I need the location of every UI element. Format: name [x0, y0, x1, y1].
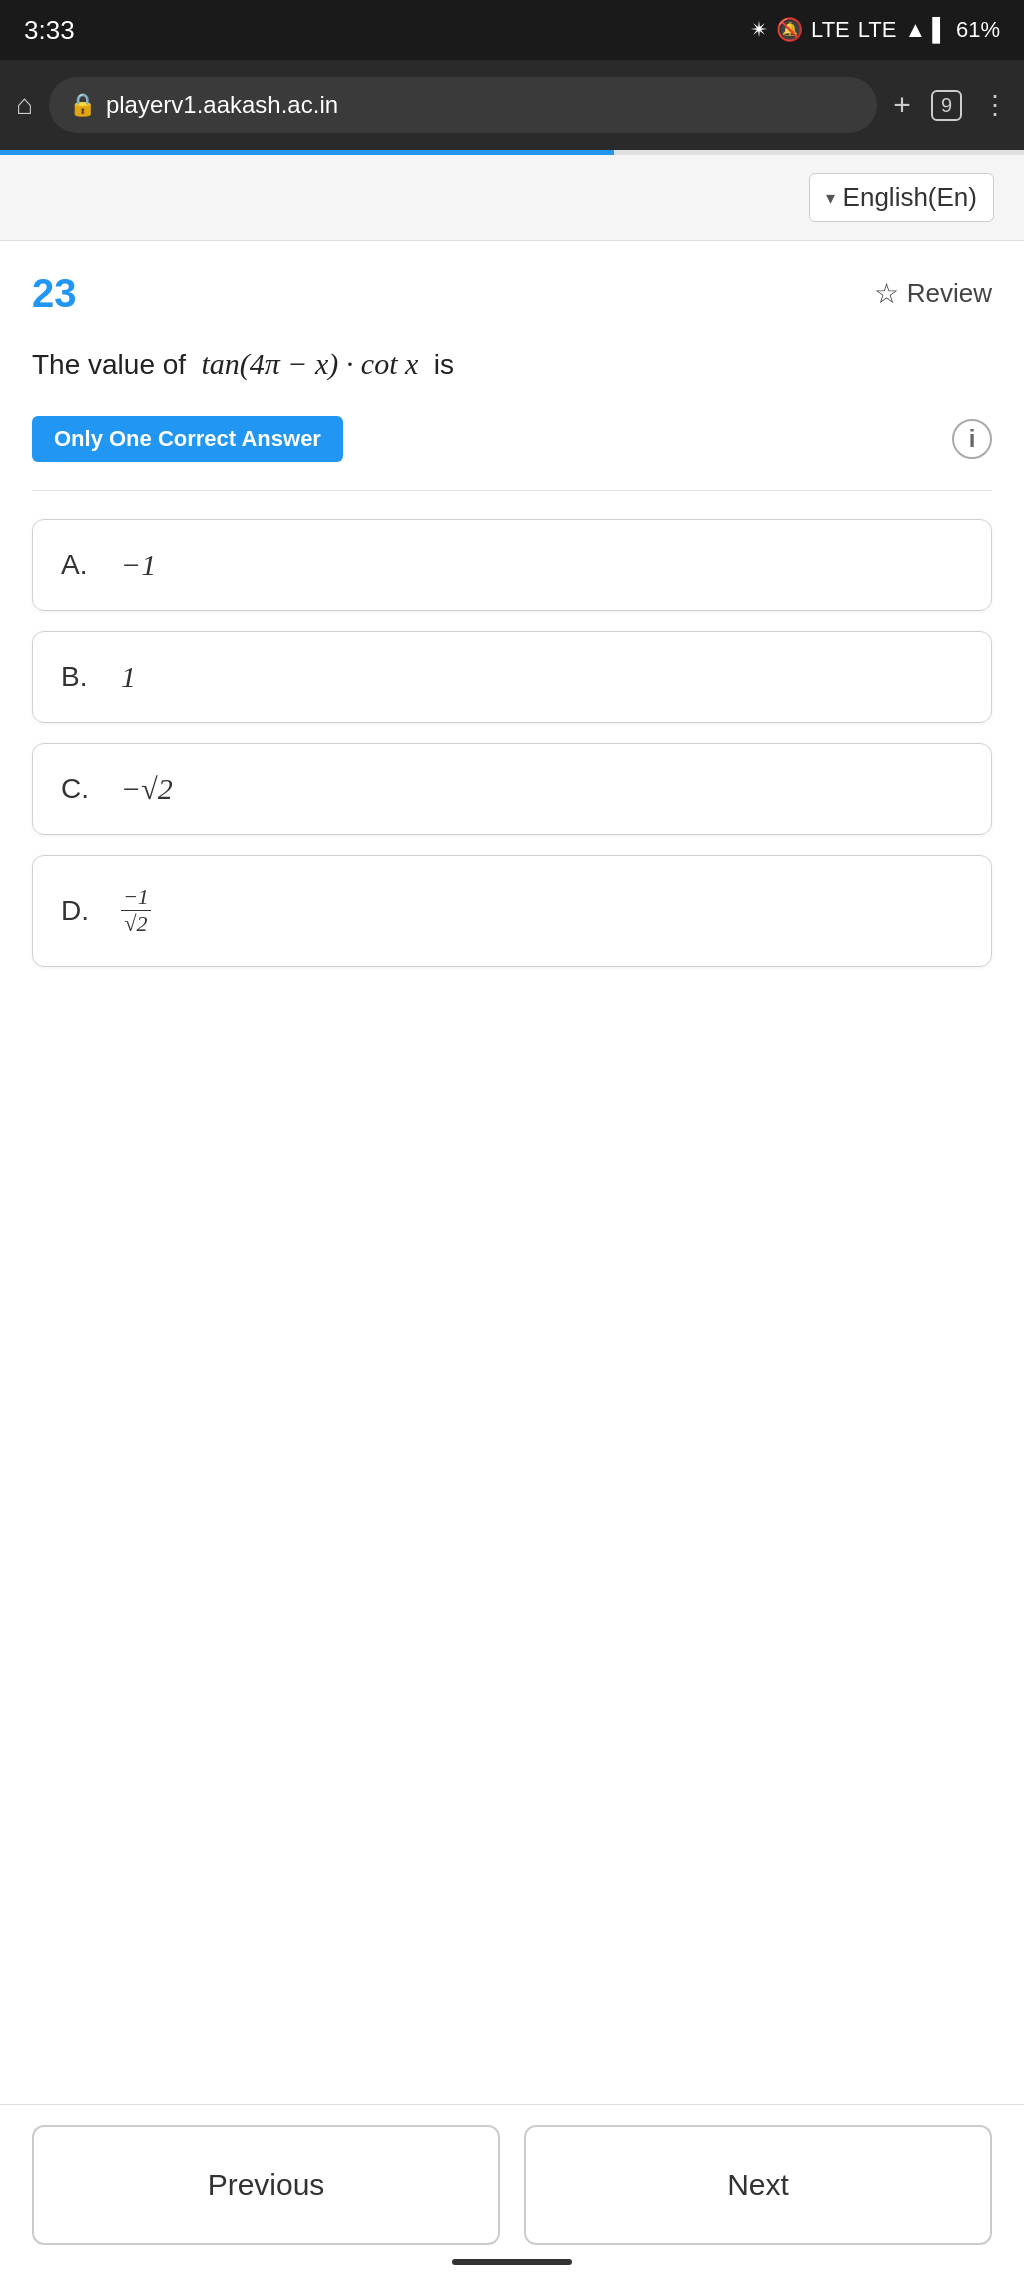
option-c[interactable]: C. −√2: [32, 743, 992, 835]
question-text: The value of tan(4π − x) · cot x is: [32, 340, 992, 388]
fraction-numerator: −1: [121, 884, 151, 911]
option-a-value: −1: [121, 548, 156, 582]
lte-icon: LTE: [858, 17, 897, 43]
option-b-value: 1: [121, 660, 136, 694]
fraction-denominator: √2: [122, 911, 149, 937]
browser-bar: ⌂ 🔒 playerv1.aakash.ac.in + 9 ⋮: [0, 60, 1024, 150]
browser-actions: + 9 ⋮: [893, 88, 1008, 122]
math-expression: tan(4π − x) · cot x: [194, 347, 418, 380]
battery-percent: 61%: [956, 17, 1000, 43]
question-number: 23: [32, 271, 77, 316]
lock-icon: 🔒: [69, 92, 96, 118]
status-bar: 3:33 ✴ 🔕 LTE LTE ▲ ▌ 61%: [0, 0, 1024, 60]
option-c-label: C.: [61, 773, 101, 805]
question-header: 23 ☆ Review: [32, 271, 992, 316]
question-text-suffix: is: [426, 349, 454, 380]
option-d[interactable]: D. −1 √2: [32, 855, 992, 967]
info-button[interactable]: i: [952, 419, 992, 459]
language-selector[interactable]: ▾ English(En): [809, 173, 994, 222]
tab-count[interactable]: 9: [931, 90, 962, 121]
bottom-indicator: [452, 2259, 572, 2265]
battery-icon: ▲ ▌: [904, 17, 947, 43]
option-d-label: D.: [61, 895, 101, 927]
url-bar[interactable]: 🔒 playerv1.aakash.ac.in: [49, 77, 877, 133]
review-label: Review: [907, 278, 992, 309]
bottom-navigation: Previous Next: [0, 2104, 1024, 2275]
time-display: 3:33: [24, 15, 75, 46]
status-icons: ✴ 🔕 LTE LTE ▲ ▌ 61%: [750, 17, 1000, 43]
option-b-label: B.: [61, 661, 101, 693]
option-a[interactable]: A. −1: [32, 519, 992, 611]
answer-type-badge: Only One Correct Answer: [32, 416, 343, 462]
option-c-value: −√2: [121, 772, 173, 806]
language-label: English(En): [843, 182, 977, 213]
next-button[interactable]: Next: [524, 2125, 992, 2245]
bluetooth-icon: ✴: [750, 17, 768, 43]
option-a-label: A.: [61, 549, 101, 581]
home-button[interactable]: ⌂: [16, 89, 33, 121]
url-text: playerv1.aakash.ac.in: [106, 91, 338, 119]
previous-button[interactable]: Previous: [32, 2125, 500, 2245]
question-text-prefix: The value of: [32, 349, 186, 380]
chevron-down-icon: ▾: [826, 187, 835, 209]
menu-icon[interactable]: ⋮: [982, 90, 1008, 121]
signal-icon: LTE: [811, 17, 850, 43]
language-bar: ▾ English(En): [0, 155, 1024, 241]
fraction-value: −1 √2: [121, 884, 151, 938]
main-content: 23 ☆ Review The value of tan(4π − x) · c…: [0, 241, 1024, 997]
divider: [32, 490, 992, 491]
mute-icon: 🔕: [776, 17, 803, 43]
option-b[interactable]: B. 1: [32, 631, 992, 723]
options-list: A. −1 B. 1 C. −√2 D. −1 √2: [32, 519, 992, 967]
answer-type-row: Only One Correct Answer i: [32, 416, 992, 462]
add-tab-icon[interactable]: +: [893, 88, 911, 122]
star-icon: ☆: [874, 277, 899, 310]
review-button[interactable]: ☆ Review: [874, 277, 992, 310]
option-d-value: −1 √2: [121, 884, 151, 938]
